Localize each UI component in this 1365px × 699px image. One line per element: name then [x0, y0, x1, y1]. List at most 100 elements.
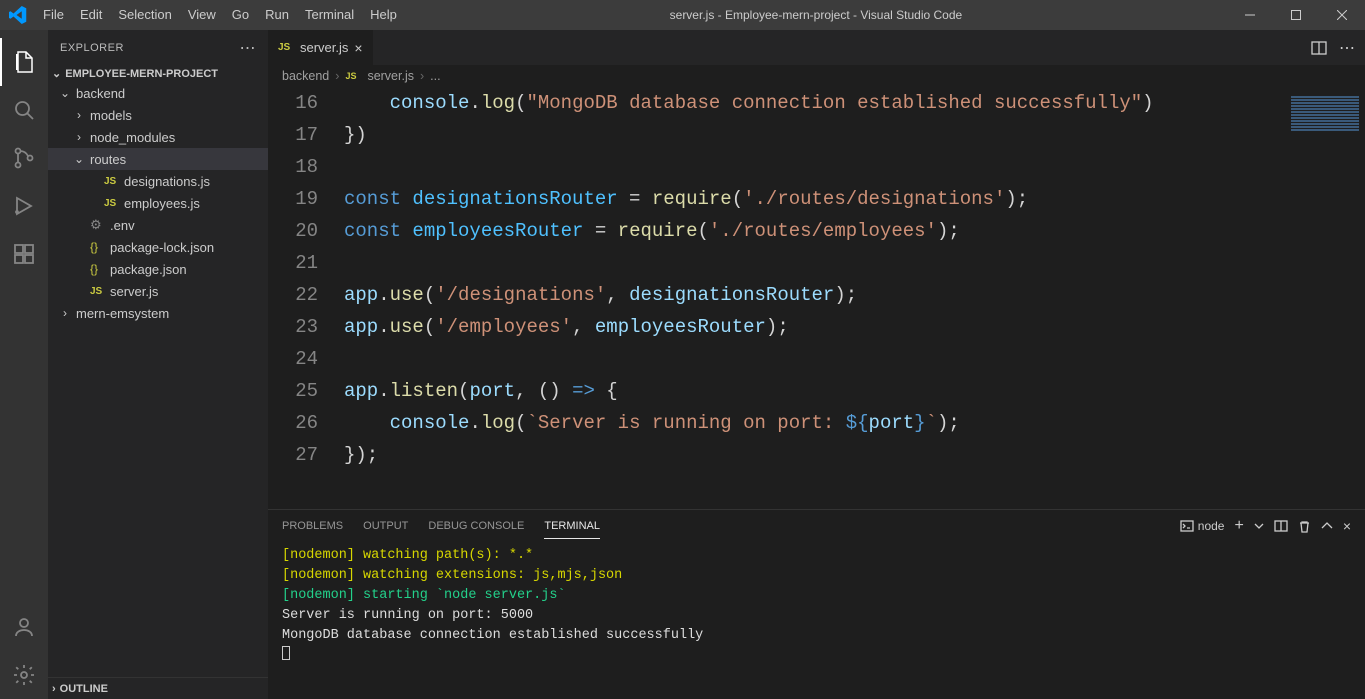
folder-models[interactable]: › models [48, 104, 268, 126]
panel-tab-problems[interactable]: PROBLEMS [282, 520, 343, 538]
terminal-dropdown-icon[interactable] [1254, 521, 1264, 531]
folder-mern-emsystem[interactable]: › mern-emsystem [48, 302, 268, 324]
file-employees.js[interactable]: ›JSemployees.js [48, 192, 268, 214]
js-file-icon: JS [278, 42, 294, 53]
js-file-icon: JS [90, 286, 106, 297]
terminal-shell-selector[interactable]: node [1180, 519, 1225, 533]
breadcrumb[interactable]: backend › JS server.js › ... [268, 65, 1365, 87]
folder-routes[interactable]: ⌄routes [48, 148, 268, 170]
json-file-icon: {} [90, 262, 106, 276]
menu-edit[interactable]: Edit [72, 0, 110, 30]
breadcrumb-item[interactable]: ... [430, 69, 440, 83]
window-title: server.js - Employee-mern-project - Visu… [405, 8, 1227, 22]
editor-tab-bar: JS server.js × ⋯ [268, 30, 1365, 65]
source-control-icon[interactable] [0, 134, 48, 182]
minimap[interactable] [1285, 87, 1365, 509]
folder-backend[interactable]: ⌄ backend [48, 82, 268, 104]
gear-icon: ⚙ [90, 217, 106, 233]
chevron-right-icon: › [58, 306, 72, 320]
json-file-icon: {} [90, 240, 106, 254]
split-terminal-icon[interactable] [1274, 519, 1288, 533]
close-panel-icon[interactable]: × [1343, 518, 1351, 534]
vscode-logo-icon [0, 6, 35, 24]
tree-item-label: designations.js [124, 174, 210, 189]
settings-gear-icon[interactable] [0, 651, 48, 699]
menu-terminal[interactable]: Terminal [297, 0, 362, 30]
maximize-panel-icon[interactable] [1321, 520, 1333, 532]
js-file-icon: JS [104, 176, 120, 187]
new-terminal-icon[interactable]: + [1234, 517, 1243, 535]
breadcrumb-sep-icon: › [335, 69, 339, 83]
activity-bar [0, 30, 48, 699]
outline-label: OUTLINE [60, 683, 108, 695]
sidebar-header: EXPLORER ⋯ [48, 30, 268, 65]
tree-item-label: package.json [110, 262, 187, 277]
project-name: EMPLOYEE-MERN-PROJECT [65, 68, 218, 80]
tree-item-label: package-lock.json [110, 240, 214, 255]
editor-tab-serverjs[interactable]: JS server.js × [268, 30, 374, 65]
file-package-lock.json[interactable]: ›{}package-lock.json [48, 236, 268, 258]
terminal-line: MongoDB database connection established … [282, 626, 1351, 646]
minimize-button[interactable] [1227, 0, 1273, 30]
menu-help[interactable]: Help [362, 0, 405, 30]
explorer-sidebar: EXPLORER ⋯ ⌄ EMPLOYEE-MERN-PROJECT ⌄ back… [48, 30, 268, 699]
terminal-line: [nodemon] watching path(s): *.* [282, 546, 1351, 566]
tree-item-label: backend [76, 86, 125, 101]
menu-selection[interactable]: Selection [110, 0, 179, 30]
shell-label: node [1198, 519, 1225, 533]
close-button[interactable] [1319, 0, 1365, 30]
line-number-gutter: 161718192021222324252627 [268, 87, 338, 509]
file-designations.js[interactable]: ›JSdesignations.js [48, 170, 268, 192]
extensions-icon[interactable] [0, 230, 48, 278]
panel-tab-output[interactable]: OUTPUT [363, 520, 408, 538]
breadcrumb-item[interactable]: backend [282, 69, 329, 83]
maximize-button[interactable] [1273, 0, 1319, 30]
sidebar-more-icon[interactable]: ⋯ [240, 38, 257, 58]
file-.env[interactable]: ›⚙.env [48, 214, 268, 236]
breadcrumb-item[interactable]: server.js [367, 69, 414, 83]
window-controls [1227, 0, 1365, 30]
tree-item-label: models [90, 108, 132, 123]
folder-node_modules[interactable]: ›node_modules [48, 126, 268, 148]
breadcrumb-sep-icon: › [420, 69, 424, 83]
tree-item-label: server.js [110, 284, 158, 299]
editor-area: JS server.js × ⋯ backend › JS server.js … [268, 30, 1365, 699]
panel: PROBLEMS OUTPUT DEBUG CONSOLE TERMINAL node… [268, 509, 1365, 699]
chevron-down-icon: ⌄ [58, 86, 72, 100]
chevron-right-icon: › [52, 683, 56, 695]
run-debug-icon[interactable] [0, 182, 48, 230]
terminal-line: [nodemon] starting `node server.js` [282, 586, 1351, 606]
editor-more-icon[interactable]: ⋯ [1339, 38, 1355, 58]
explorer-icon[interactable] [0, 38, 48, 86]
tree-item-label: mern-emsystem [76, 306, 169, 321]
account-icon[interactable] [0, 603, 48, 651]
split-editor-icon[interactable] [1311, 40, 1327, 56]
menu-go[interactable]: Go [224, 0, 257, 30]
panel-tab-bar: PROBLEMS OUTPUT DEBUG CONSOLE TERMINAL node… [268, 510, 1365, 542]
menu-run[interactable]: Run [257, 0, 297, 30]
outline-section-header[interactable]: › OUTLINE [48, 677, 268, 699]
terminal-line: Server is running on port: 5000 [282, 606, 1351, 626]
file-server.js[interactable]: ›JSserver.js [48, 280, 268, 302]
terminal-line: [nodemon] watching extensions: js,mjs,js… [282, 566, 1351, 586]
kill-terminal-icon[interactable] [1298, 520, 1311, 533]
project-section-header[interactable]: ⌄ EMPLOYEE-MERN-PROJECT [48, 65, 268, 82]
js-file-icon: JS [104, 198, 120, 209]
file-package.json[interactable]: ›{}package.json [48, 258, 268, 280]
tab-label: server.js [300, 40, 348, 55]
panel-tab-debug-console[interactable]: DEBUG CONSOLE [428, 520, 524, 538]
menu-file[interactable]: File [35, 0, 72, 30]
file-tree: ⌄ backend › models ›node_modules⌄routes › JS de… [48, 82, 268, 324]
chevron-down-icon: ⌄ [52, 67, 61, 80]
chevron-right-icon: › [72, 108, 86, 122]
code-editor[interactable]: 161718192021222324252627 console.log("Mo… [268, 87, 1365, 509]
terminal-output[interactable]: [nodemon] watching path(s): *.*[nodemon]… [268, 542, 1365, 699]
chevron-right-icon: › [72, 130, 86, 144]
search-icon[interactable] [0, 86, 48, 134]
tree-item-label: employees.js [124, 196, 200, 211]
menu-view[interactable]: View [180, 0, 224, 30]
chevron-down-icon: ⌄ [72, 152, 86, 166]
panel-tab-terminal[interactable]: TERMINAL [544, 520, 600, 539]
code-content[interactable]: console.log("MongoDB database connection… [338, 87, 1285, 509]
close-tab-icon[interactable]: × [354, 40, 362, 56]
